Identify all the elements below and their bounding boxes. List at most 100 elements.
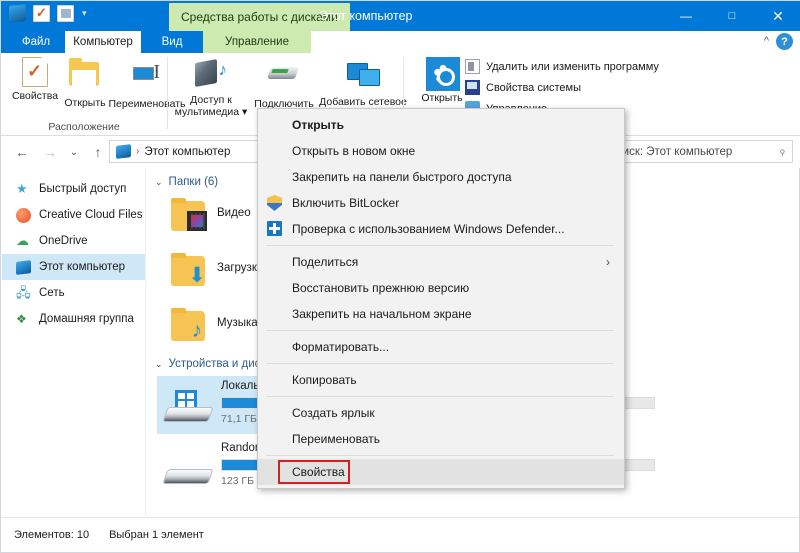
maximize-button[interactable]: □ [709, 1, 755, 31]
collapse-ribbon-icon[interactable]: ^ [764, 35, 769, 47]
context-menu-item-restore-previous-versions[interactable]: Восстановить прежнюю версию [258, 275, 624, 301]
tab-view[interactable]: Вид [141, 31, 203, 53]
context-menu: Открыть Открыть в новом окне Закрепить н… [257, 108, 625, 489]
context-menu-item-pin-to-quick-access[interactable]: Закрепить на панели быстрого доступа [258, 164, 624, 190]
status-selection: Выбран 1 элемент [109, 528, 204, 541]
sidebar-item-quick-access-label: Быстрый доступ [39, 183, 127, 195]
context-menu-item-open-new-window[interactable]: Открыть в новом окне [258, 138, 624, 164]
system-drive-icon [162, 390, 215, 424]
context-menu-item-pin-to-start[interactable]: Закрепить на начальном экране [258, 301, 624, 327]
system-properties-icon [465, 80, 480, 95]
tab-file[interactable]: Файл [7, 31, 65, 53]
sidebar-item-onedrive-label: OneDrive [39, 235, 88, 247]
navigation-pane: ★ Быстрый доступ Creative Cloud Files ☁ … [2, 168, 146, 516]
ribbon-separator [167, 57, 168, 129]
network-icon: 🖧 [16, 284, 31, 300]
tab-strip-filler [311, 31, 800, 53]
forward-button[interactable]: → [39, 141, 61, 163]
folder-downloads-icon: ⬇ [169, 253, 209, 288]
context-menu-item-pin-to-start-label: Закрепить на начальном экране [292, 307, 472, 321]
settings-gear-icon [426, 57, 460, 91]
ribbon-item-uninstall-program[interactable]: Удалить или изменить программу [465, 59, 659, 74]
status-items-count: Элементов: 10 [14, 528, 90, 541]
context-menu-item-turn-on-bitlocker-label: Включить BitLocker [292, 196, 400, 210]
tab-computer[interactable]: Компьютер [65, 31, 141, 53]
ribbon-button-properties-label: Свойства [11, 90, 59, 102]
this-pc-icon [16, 259, 32, 275]
context-menu-item-copy[interactable]: Копировать [258, 367, 624, 393]
search-input[interactable]: Поиск: Этот компьютер [608, 146, 779, 158]
status-bar: Элементов: 10 Выбран 1 элемент [2, 517, 798, 551]
context-menu-item-share[interactable]: Поделиться › [258, 249, 624, 275]
context-menu-item-rename[interactable]: Переименовать [258, 426, 624, 452]
star-icon: ★ [16, 180, 28, 196]
context-menu-item-open[interactable]: Открыть [258, 112, 624, 138]
ribbon-button-add-network-location[interactable]: Добавить сетевое [317, 57, 409, 108]
context-menu-item-properties[interactable]: Свойства [258, 459, 624, 485]
this-pc-icon [116, 144, 131, 159]
sidebar-item-network[interactable]: 🖧 Сеть [2, 280, 145, 306]
divider [266, 363, 614, 364]
homegroup-icon: ❖ [16, 311, 27, 326]
context-menu-item-scan-defender-label: Проверка с использованием Windows Defend… [292, 222, 565, 236]
back-button[interactable]: ← [11, 141, 33, 163]
title-bar: ▾ Средства работы с дисками Этот компьют… [1, 1, 800, 31]
ribbon-button-properties[interactable]: Свойства [7, 57, 63, 102]
divider [266, 330, 614, 331]
context-menu-item-create-shortcut-label: Создать ярлык [292, 406, 375, 420]
quick-access-toolbar: ▾ [9, 4, 87, 23]
cloud-icon: ☁ [16, 232, 29, 248]
list-item[interactable]: ♪ Музыка [169, 308, 258, 343]
chevron-right-icon: › [606, 255, 610, 269]
close-button[interactable]: ✕ [755, 1, 800, 31]
file-explorer-window: ▾ Средства работы с дисками Этот компьют… [0, 0, 800, 553]
list-item[interactable]: Видео [169, 198, 251, 233]
context-menu-item-copy-label: Копировать [292, 373, 357, 387]
ribbon-item-system-properties-label: Свойства системы [486, 81, 582, 94]
search-box[interactable]: Поиск: Этот компьютер ⌕ [601, 140, 793, 163]
folder-music-icon: ♪ [169, 308, 209, 343]
properties-icon[interactable] [33, 5, 50, 22]
uninstall-icon [465, 59, 480, 74]
up-button[interactable]: ↑ [87, 141, 109, 163]
context-menu-item-turn-on-bitlocker[interactable]: Включить BitLocker [258, 190, 624, 216]
divider [266, 396, 614, 397]
context-menu-item-create-shortcut[interactable]: Создать ярлык [258, 400, 624, 426]
ribbon-group-location: Свойства Открыть Переименовать Расположе… [1, 53, 185, 136]
context-menu-item-open-label: Открыть [292, 118, 345, 132]
ribbon-button-open-settings[interactable]: Открыть [413, 57, 471, 104]
sidebar-item-quick-access[interactable]: ★ Быстрый доступ [2, 176, 145, 202]
media-server-icon [195, 59, 228, 91]
help-icon[interactable]: ? [776, 33, 793, 50]
sidebar-item-homegroup[interactable]: ❖ Домашняя группа [2, 306, 145, 332]
context-menu-item-format[interactable]: Форматировать... [258, 334, 624, 360]
recent-locations-button[interactable]: ⌄ [63, 141, 85, 163]
ribbon-tab-strip: Файл Компьютер Вид Управление ^ ? [1, 31, 800, 53]
sidebar-item-this-pc[interactable]: Этот компьютер [2, 254, 145, 280]
chevron-down-icon[interactable]: ⌄ [155, 359, 163, 370]
ribbon-item-system-properties[interactable]: Свойства системы [465, 80, 581, 95]
minimize-button[interactable]: — [663, 1, 709, 31]
list-item[interactable]: ⬇ Загрузки [169, 253, 263, 288]
breadcrumb-separator: › [136, 146, 140, 157]
chevron-down-icon[interactable]: ▾ [82, 8, 87, 19]
tab-manage[interactable]: Управление [203, 31, 311, 53]
sidebar-item-creative-cloud-files[interactable]: Creative Cloud Files [2, 202, 145, 228]
map-network-drive-icon [268, 63, 300, 95]
properties-icon [22, 57, 48, 87]
sidebar-item-onedrive[interactable]: ☁ OneDrive [2, 228, 145, 254]
context-menu-item-pin-to-quick-access-label: Закрепить на панели быстрого доступа [292, 170, 512, 184]
ribbon-button-media-access[interactable]: Доступ к мультимедиа ▾ [173, 57, 249, 118]
ribbon-group-location-title: Расположение [48, 121, 120, 133]
context-menu-item-restore-previous-versions-label: Восстановить прежнюю версию [292, 281, 470, 295]
new-folder-icon[interactable] [57, 5, 74, 22]
chevron-down-icon[interactable]: ⌄ [155, 177, 163, 188]
explorer-icon[interactable] [9, 4, 26, 23]
context-menu-item-rename-label: Переименовать [292, 432, 380, 446]
ribbon-button-open-settings-label: Открыть [421, 92, 463, 104]
sidebar-item-network-label: Сеть [39, 287, 65, 299]
breadcrumb[interactable]: Этот компьютер [144, 146, 230, 158]
creative-cloud-icon [16, 207, 32, 223]
sidebar-item-this-pc-label: Этот компьютер [39, 261, 125, 273]
context-menu-item-scan-defender[interactable]: Проверка с использованием Windows Defend… [258, 216, 624, 242]
